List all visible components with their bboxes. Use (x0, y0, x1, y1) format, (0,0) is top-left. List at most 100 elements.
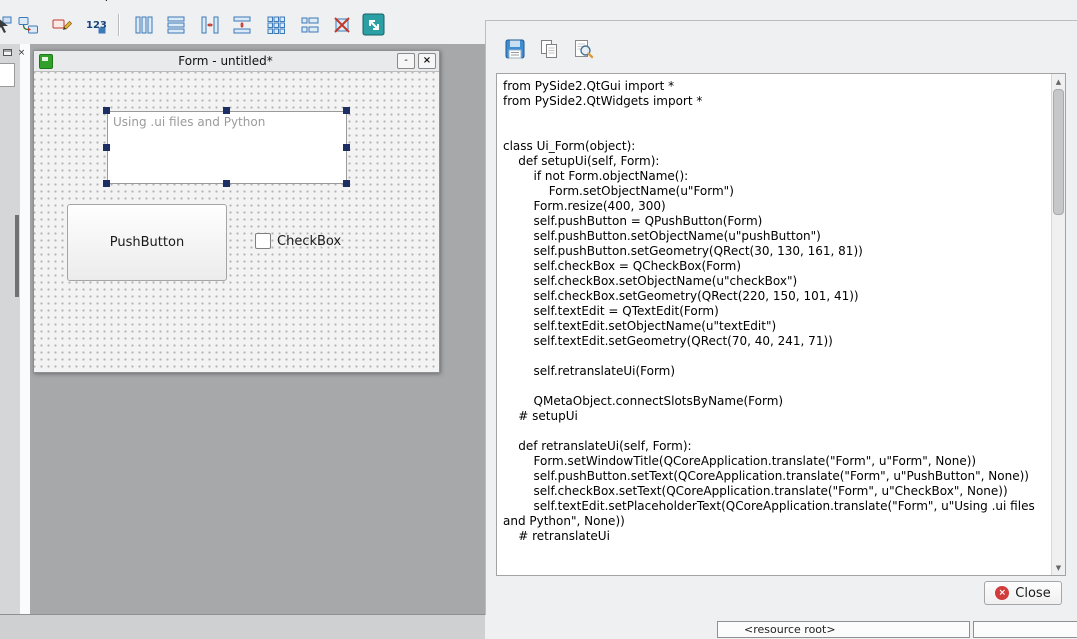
code-line: # setupUi (503, 409, 1049, 424)
code-line (503, 349, 1049, 364)
mdi-canvas: Form - untitled* - × Using .ui files and… (30, 44, 485, 614)
copy-icon (538, 38, 560, 60)
code-line: class Ui_Form(object): (503, 139, 1049, 154)
code-scrollbar[interactable]: ▲ ▼ (1051, 74, 1065, 575)
close-button-icon: × (995, 586, 1009, 600)
selection-handle-bottom-center[interactable] (223, 180, 230, 187)
checkbox-widget[interactable]: CheckBox (255, 233, 341, 249)
code-line: # retranslateUi (503, 529, 1049, 544)
code-lines[interactable]: from PySide2.QtGui import *from PySide2.… (497, 74, 1051, 575)
edit-widgets-icon (0, 15, 12, 35)
layout-grid-button[interactable] (262, 11, 290, 39)
print-preview-icon (572, 38, 594, 60)
code-line: self.checkBox = QCheckBox(Form) (503, 259, 1049, 274)
checkbox-box[interactable] (255, 233, 271, 249)
edit-signals-slots-icon (18, 15, 38, 35)
left-dock-scrollbar[interactable] (15, 215, 19, 297)
code-line: self.textEdit.setObjectName(u"textEdit") (503, 319, 1049, 334)
menu-help[interactable]: Help (83, 0, 113, 2)
code-view: from PySide2.QtGui import *from PySide2.… (496, 73, 1066, 576)
main-toolbar: 123 (0, 10, 482, 42)
code-line: Form.setObjectName(u"Form") (503, 184, 1049, 199)
dock-float-icon (2, 47, 13, 58)
save-icon (504, 38, 526, 60)
code-line: self.pushButton.setText(QCoreApplication… (503, 469, 1049, 484)
widgetbox-filter-input[interactable] (0, 63, 15, 87)
form-minimize-button[interactable]: - (397, 53, 415, 69)
selection-handle-bottom-left[interactable] (103, 180, 110, 187)
selection-handle-bottom-right[interactable] (343, 180, 350, 187)
layout-splitter-vertical-icon (232, 15, 252, 35)
selection-handle-top-right[interactable] (343, 107, 350, 114)
code-line: QMetaObject.connectSlotsByName(Form) (503, 394, 1049, 409)
menu-window[interactable]: Window (8, 0, 59, 2)
code-line (503, 379, 1049, 394)
code-line (503, 124, 1049, 139)
break-layout-icon (332, 15, 352, 35)
selection-handle-top-center[interactable] (223, 107, 230, 114)
layout-splitter-vertical-button[interactable] (228, 11, 256, 39)
code-line: from PySide2.QtWidgets import * (503, 94, 1049, 109)
code-line: def setupUi(self, Form): (503, 154, 1049, 169)
layout-vertical-icon (166, 15, 186, 35)
dock-close-button[interactable]: × (15, 46, 28, 59)
toolbar-separator (118, 14, 120, 36)
code-line: self.pushButton = QPushButton(Form) (503, 214, 1049, 229)
layout-vertical-button[interactable] (162, 11, 190, 39)
code-line: self.textEdit.setGeometry(QRect(70, 40, … (503, 334, 1049, 349)
selection-handle-mid-right[interactable] (343, 144, 350, 151)
selection-handle-mid-left[interactable] (103, 144, 110, 151)
resource-root-label: <resource root> (744, 623, 836, 636)
left-dock-strip: × (0, 44, 30, 614)
code-line: self.checkBox.setObjectName(u"checkBox") (503, 274, 1049, 289)
code-line: and Python", None)) (503, 514, 1049, 529)
form-titlebar[interactable]: Form - untitled* - × (34, 51, 439, 72)
edit-tab-order-icon: 123 (85, 15, 107, 35)
dock-float-button[interactable] (1, 46, 14, 59)
checkbox-label: CheckBox (277, 234, 341, 249)
canvas-bottom-strip (0, 614, 485, 639)
save-button[interactable] (502, 36, 528, 62)
textedit-widget[interactable]: Using .ui files and Python (107, 111, 347, 184)
layout-splitter-horizontal-icon (200, 15, 220, 35)
pushbutton-widget[interactable]: PushButton (67, 204, 227, 281)
dialog-toolbar (502, 36, 596, 62)
edit-tab-order-button[interactable]: 123 (82, 11, 110, 39)
menubar: Window Help (8, 0, 137, 2)
close-button[interactable]: × Close (984, 581, 1062, 605)
edit-buddies-button[interactable] (48, 11, 76, 39)
scrollbar-down-button[interactable]: ▼ (1052, 561, 1065, 574)
layout-splitter-horizontal-button[interactable] (196, 11, 224, 39)
dock-close-icon: × (18, 48, 26, 58)
resource-side-panel (973, 621, 1077, 638)
form-body-grid[interactable]: Using .ui files and Python PushButton Ch… (34, 72, 439, 372)
code-line (503, 424, 1049, 439)
resource-root-panel[interactable]: <resource root> (717, 621, 970, 638)
designer-form-window[interactable]: Form - untitled* - × Using .ui files and… (33, 50, 440, 373)
copy-button[interactable] (536, 36, 562, 62)
break-layout-button[interactable] (328, 11, 356, 39)
edit-signals-slots-button[interactable] (14, 11, 42, 39)
code-line: from PySide2.QtGui import * (503, 79, 1049, 94)
edit-buddies-icon (52, 15, 72, 35)
layout-form-button[interactable] (296, 11, 324, 39)
layout-form-icon (300, 15, 320, 35)
layout-horizontal-button[interactable] (130, 11, 158, 39)
code-preview-dialog: from PySide2.QtGui import *from PySide2.… (485, 20, 1077, 615)
adjust-size-icon (362, 13, 386, 37)
scrollbar-up-button[interactable]: ▲ (1052, 75, 1065, 88)
code-line: self.retranslateUi(Form) (503, 364, 1049, 379)
code-line: Form.setWindowTitle(QCoreApplication.tra… (503, 454, 1049, 469)
code-line: self.textEdit = QTextEdit(Form) (503, 304, 1049, 319)
code-line: if not Form.objectName(): (503, 169, 1049, 184)
adjust-size-button[interactable] (360, 11, 388, 39)
code-line: self.checkBox.setGeometry(QRect(220, 150… (503, 289, 1049, 304)
code-line: Form.resize(400, 300) (503, 199, 1049, 214)
scrollbar-thumb[interactable] (1053, 89, 1064, 215)
code-line: self.pushButton.setObjectName(u"pushButt… (503, 229, 1049, 244)
selection-handle-top-left[interactable] (103, 107, 110, 114)
code-line: self.textEdit.setPlaceholderText(QCoreAp… (503, 499, 1049, 514)
print-preview-button[interactable] (570, 36, 596, 62)
layout-horizontal-icon (134, 15, 154, 35)
form-close-button[interactable]: × (418, 53, 436, 69)
